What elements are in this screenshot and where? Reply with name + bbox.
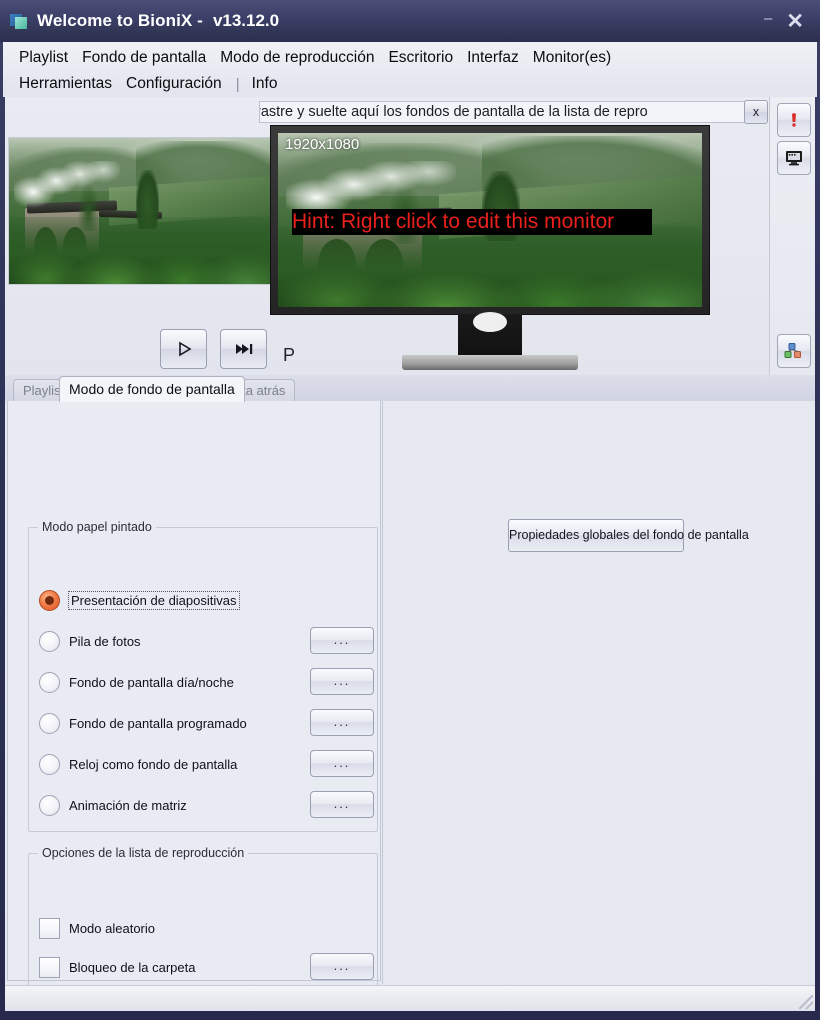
preview-area: rastre y suelte aquí los fondos de panta… [5,97,769,375]
status-bar [5,985,815,1011]
label-clock: Reloj como fondo de pantalla [69,756,238,772]
drag-drop-hint-label: rastre y suelte aquí los fondos de panta… [259,101,752,123]
app-icon [10,12,28,30]
menu-item-desktop[interactable]: Escritorio [382,48,461,69]
menu-item-playlist[interactable]: Playlist [13,48,76,69]
tab-wallpaper-mode[interactable]: Modo de fondo de pantalla [59,376,245,402]
monitor-icon [786,151,802,166]
playlist-options-group-title: Opciones de la lista de reproducción [38,846,249,860]
menu-item-wallpaper[interactable]: Fondo de pantalla [76,48,214,69]
menu-item-settings[interactable]: Configuración [120,74,230,95]
browse-button-scheduled[interactable]: ... [310,709,374,736]
menu-item-monitors[interactable]: Monitor(es) [527,48,619,69]
label-matrix: Animación de matriz [69,797,187,813]
label-folder-lock: Bloqueo de la carpeta [69,959,196,975]
monitor-bezel: 1920x1080 Hint: Right click to edit this… [270,125,710,315]
resize-grip[interactable] [799,995,813,1009]
monitor-hint-label: Hint: Right click to edit this monitor [292,208,652,235]
alert-button[interactable] [777,103,811,137]
next-track-icon [235,344,252,354]
menu-row-1: Playlist Fondo de pantalla Modo de repro… [3,45,817,71]
menu-row-2: Herramientas Configuración | Info [3,71,817,97]
p-indicator-label: P [283,345,296,365]
radio-scheduled[interactable] [39,712,60,734]
monitor-preview[interactable]: 1920x1080 Hint: Right click to edit this… [270,125,710,373]
browse-button-day-night[interactable]: ... [310,668,374,695]
label-random-mode: Modo aleatorio [69,920,155,936]
window-version: v13.12.0 [212,11,280,30]
option-row-random-mode[interactable]: Modo aleatorio [39,911,369,945]
minimize-button[interactable]: – [764,11,772,26]
nodes-button[interactable] [777,334,811,368]
wallpaper-mode-group: Modo papel pintado Presentación de diapo… [28,520,378,832]
client-area: rastre y suelte aquí los fondos de panta… [5,97,815,1011]
monitor-resolution-label: 1920x1080 [285,136,360,153]
next-button[interactable] [220,329,267,369]
monitor-screen[interactable]: 1920x1080 Hint: Right click to edit this… [278,133,702,307]
window-controls: – ✕ [764,11,820,32]
radio-photo-stack[interactable] [39,630,60,652]
radio-slideshow[interactable] [39,589,60,611]
menu-item-info[interactable]: Info [246,74,286,95]
label-day-night: Fondo de pantalla día/noche [69,674,234,690]
left-pane-frame: Modo papel pintado Presentación de diapo… [7,401,381,998]
wallpaper-mode-group-title: Modo papel pintado [38,520,156,534]
drag-drop-close-button[interactable]: x [744,100,768,124]
menu-item-play-mode[interactable]: Modo de reproducción [214,48,382,69]
menu-separator: | [235,75,240,93]
close-button[interactable]: ✕ [786,11,804,32]
menu-item-tools[interactable]: Herramientas [13,74,120,95]
playlist-options-group: Opciones de la lista de reproducción Mod… [28,846,378,998]
monitor-settings-button[interactable] [777,141,811,175]
right-pane: Propiedades globales del fondo de pantal… [384,401,815,984]
wallpaper-thumbnail[interactable] [8,137,274,285]
menu-bar: Playlist Fondo de pantalla Modo de repro… [3,42,817,97]
wallpaper-thumbnail-image [9,138,273,284]
browse-button-folder-lock[interactable]: ... [310,953,374,980]
play-icon [178,341,192,357]
title-bar: Welcome to BioniX - v13.12.0 – ✕ [0,0,820,42]
transport-controls [160,329,267,369]
left-pane: Modo papel pintado Presentación de diapo… [5,401,383,998]
monitor-stand-neck [458,312,522,356]
play-button[interactable] [160,329,207,369]
browse-button-photo-stack[interactable]: ... [310,627,374,654]
window-title: Welcome to BioniX - [37,11,203,30]
global-wallpaper-properties-button[interactable]: Propiedades globales del fondo de pantal… [508,519,749,552]
menu-item-interface[interactable]: Interfaz [461,48,527,69]
browse-button-clock[interactable]: ... [310,750,374,777]
nodes-icon [784,343,801,358]
label-scheduled: Fondo de pantalla programado [69,715,247,731]
browse-button-matrix[interactable]: ... [310,791,374,818]
alert-icon [792,113,796,127]
application-window: Welcome to BioniX - v13.12.0 – ✕ Playlis… [0,0,820,1020]
monitor-stand-base [402,355,578,370]
option-row-slideshow[interactable]: Presentación de diapositivas [39,583,369,617]
label-slideshow: Presentación de diapositivas [68,590,240,610]
checkbox-folder-lock[interactable] [39,956,60,978]
right-toolbar [769,97,815,375]
label-photo-stack: Pila de fotos [69,633,141,649]
checkbox-random-mode[interactable] [39,917,60,939]
tab-strip: Playlist Modo de fondo de pantalla Cuent… [5,375,815,402]
radio-day-night[interactable] [39,671,60,693]
radio-matrix[interactable] [39,794,60,816]
radio-clock[interactable] [39,753,60,775]
